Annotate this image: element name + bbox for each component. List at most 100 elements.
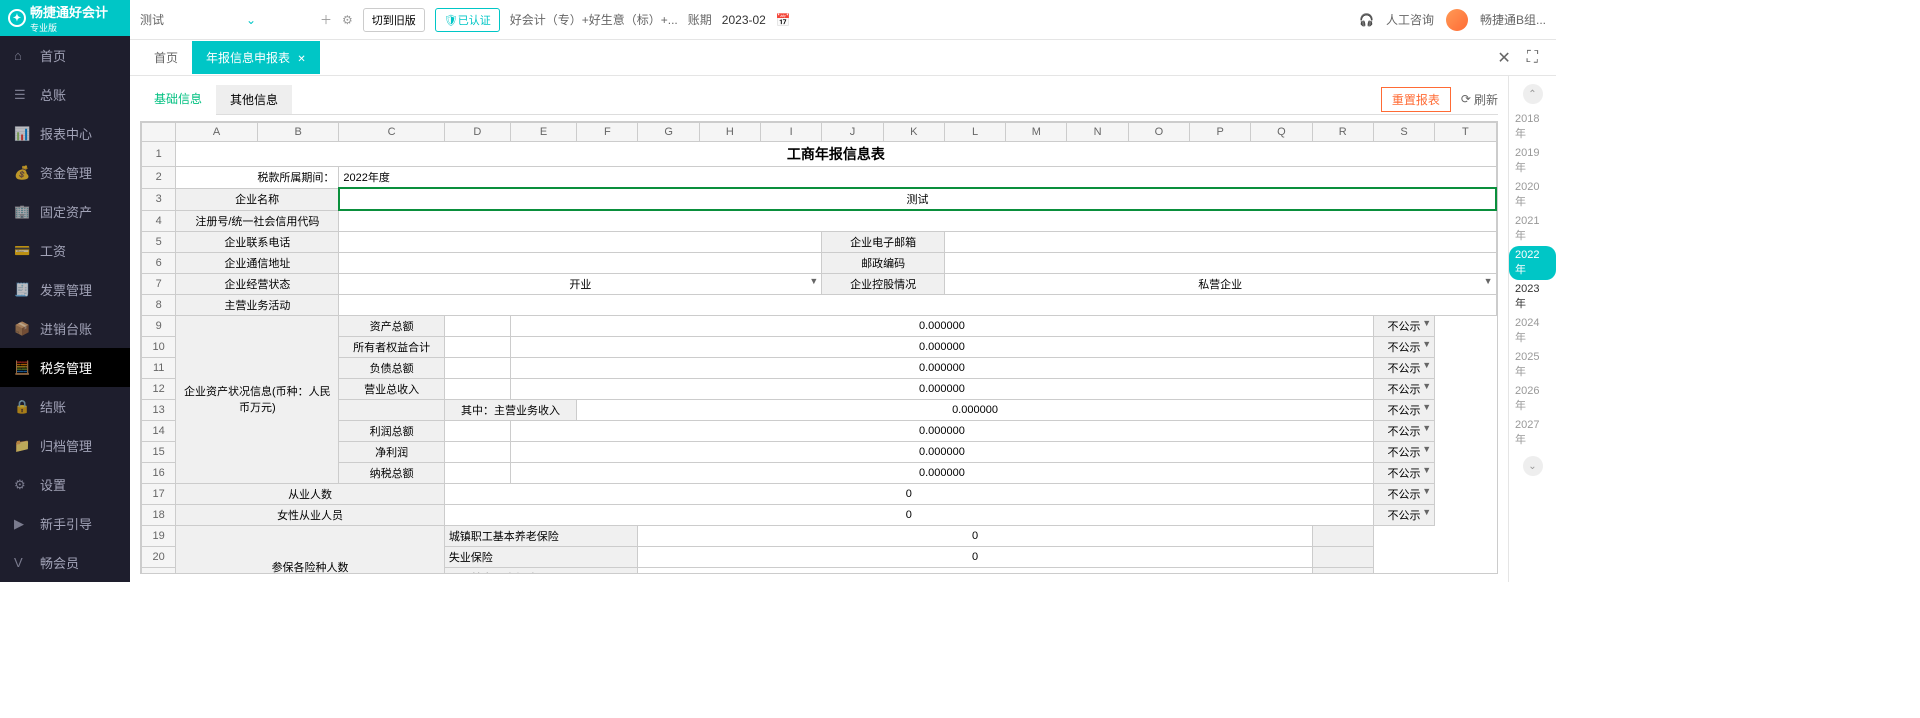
year-2022年[interactable]: 2022年 [1509,246,1556,280]
chevron-down-icon[interactable]: ▼ [1422,318,1431,328]
sidebar-item-close[interactable]: 🔒结账 [0,387,130,426]
close-icon[interactable]: ✕ [297,54,305,65]
year-2020年[interactable]: 2020年 [1509,178,1556,212]
sidebar-item-label: 首页 [40,46,66,65]
plan-text: 好会计（专）+好生意（标）+... [510,11,678,28]
logo: ✦ 畅捷通好会计 专业版 [0,0,130,36]
logo-text: 畅捷通好会计 [30,5,108,20]
calendar-icon[interactable]: 📅 [776,13,791,27]
topbar: ⌄ ＋ ⚙ 切到旧版 🛡已认证 好会计（专）+好生意（标）+... 账期 202… [130,0,1556,40]
reset-button[interactable]: 重置报表 [1381,87,1451,112]
spreadsheet[interactable]: ABCDEFGHIJKLMNOPQRST1工商年报信息表2税款所属期间：2022… [140,121,1498,574]
scroll-down-icon[interactable]: ⌄ [1523,456,1543,476]
chevron-down-icon[interactable]: ▼ [1422,402,1431,412]
sidebar-item-tax[interactable]: 🧮 税务管理 [0,348,130,387]
sidebar-item-ledger[interactable]: ☰ 总账 [0,75,130,114]
salary-icon: 💳 [14,243,30,259]
sidebar-item-invoice[interactable]: 🧾 发票管理 [0,270,130,309]
tab-home[interactable]: 首页 [140,41,192,74]
sidebar-item-label: 归档管理 [40,436,92,455]
subtab-basic[interactable]: 基础信息 [140,84,216,115]
shield-icon: 🛡 [444,15,458,27]
sidebar-item-setting[interactable]: ⚙ 设置 [0,465,130,504]
sidebar-item-label: 进销台账 [40,319,92,338]
scroll-up-icon[interactable]: ⌃ [1523,84,1543,104]
year-panel: ⌃ 2018年2019年2020年2021年2022年2023年2024年202… [1508,76,1556,582]
refresh-button[interactable]: ⟳刷新 [1461,91,1498,108]
logo-icon: ✦ [8,9,26,27]
ledger-icon: ☰ [14,87,30,103]
sidebar-item-guide[interactable]: ▶ 新手引导 [0,504,130,543]
chevron-down-icon: ⌄ [246,13,256,27]
year-2019年[interactable]: 2019年 [1509,144,1556,178]
year-2025年[interactable]: 2025年 [1509,348,1556,382]
sidebar-item-asset[interactable]: 🏢 固定资产 [0,192,130,231]
home-icon: ⌂ [14,48,30,64]
consult-link[interactable]: 人工咨询 [1386,11,1434,28]
sub-tabs: 基础信息 其他信息 重置报表 ⟳刷新 [140,84,1498,115]
period-label: 账期 [688,11,712,28]
company-input[interactable] [140,13,240,27]
year-2018年[interactable]: 2018年 [1509,110,1556,144]
chevron-down-icon[interactable]: ▼ [1422,360,1431,370]
invoice-icon: 🧾 [14,282,30,298]
close-icon: 🔒 [14,399,30,415]
guide-icon: ▶ [14,516,30,532]
vip-icon: V [14,555,30,571]
headset-icon: 🎧 [1359,13,1374,27]
verified-badge: 🛡已认证 [435,8,500,32]
stock-icon: 📦 [14,321,30,337]
chevron-down-icon[interactable]: ▼ [1422,381,1431,391]
chevron-down-icon[interactable]: ▼ [1422,486,1431,496]
sidebar-item-salary[interactable]: 💳 工资 [0,231,130,270]
year-2023年[interactable]: 2023年 [1509,280,1556,314]
company-name-cell[interactable]: 测试 [339,188,1496,210]
sidebar-item-label: 固定资产 [40,202,92,221]
tab-annual-report[interactable]: 年报信息申报表 ✕ [192,41,320,74]
add-icon[interactable]: ＋ [320,11,332,28]
chevron-down-icon[interactable]: ▼ [1422,465,1431,475]
sidebar: ✦ 畅捷通好会计 专业版 ⌂ 首页 ☰ 总账 📊 报表中心 💰 资金管理 🏢 固定资产 💳 工资 🧾 发票… [0,0,130,582]
switch-old-button[interactable]: 切到旧版 [363,8,425,32]
archive-icon: 📁 [14,438,30,454]
sidebar-item-label: 畅会员 [40,553,79,572]
sidebar-item-vip[interactable]: V 畅会员 [0,543,130,582]
fund-icon: 💰 [14,165,30,181]
company-selector[interactable]: ⌄ [140,13,310,27]
year-2021年[interactable]: 2021年 [1509,212,1556,246]
sidebar-item-archive[interactable]: 📁 归档管理 [0,426,130,465]
sidebar-item-label: 总账 [40,85,66,104]
setting-icon: ⚙ [14,477,30,493]
report-icon: 📊 [14,126,30,142]
chevron-down-icon[interactable]: ▼ [1422,507,1431,517]
sidebar-item-label: 报表中心 [40,124,92,143]
asset-icon: 🏢 [14,204,30,220]
sidebar-item-label: 新手引导 [40,514,92,533]
chevron-down-icon[interactable]: ▼ [1422,444,1431,454]
user-name[interactable]: 畅捷通B组... [1480,11,1546,28]
avatar[interactable] [1446,9,1468,31]
sidebar-item-label: 资金管理 [40,163,92,182]
gear-icon[interactable]: ⚙ [342,13,353,27]
period-value[interactable]: 2023-02 [722,13,766,27]
sidebar-item-label: 设置 [40,475,66,494]
year-2026年[interactable]: 2026年 [1509,382,1556,416]
subtab-other[interactable]: 其他信息 [216,85,292,114]
sidebar-item-label: 工资 [40,241,66,260]
year-2027年[interactable]: 2027年 [1509,416,1556,450]
chevron-down-icon[interactable]: ▼ [1422,339,1431,349]
year-2024年[interactable]: 2024年 [1509,314,1556,348]
expand-icon[interactable]: ⛶ [1519,45,1546,71]
chevron-down-icon[interactable]: ▼ [1422,423,1431,433]
close-all-button[interactable]: ✕ [1489,44,1518,72]
tabs-bar: 首页 年报信息申报表 ✕ ✕ ⛶ [130,40,1556,76]
sidebar-item-label: 发票管理 [40,280,92,299]
refresh-icon: ⟳ [1461,92,1471,106]
sidebar-item-stock[interactable]: 📦 进销台账 [0,309,130,348]
sidebar-item-report[interactable]: 📊 报表中心 [0,114,130,153]
sidebar-item-home[interactable]: ⌂ 首页 [0,36,130,75]
tax-icon: 🧮 [14,360,30,376]
logo-subtext: 专业版 [30,21,108,34]
sidebar-item-fund[interactable]: 💰 资金管理 [0,153,130,192]
sidebar-item-label: 税务管理 [40,358,92,377]
